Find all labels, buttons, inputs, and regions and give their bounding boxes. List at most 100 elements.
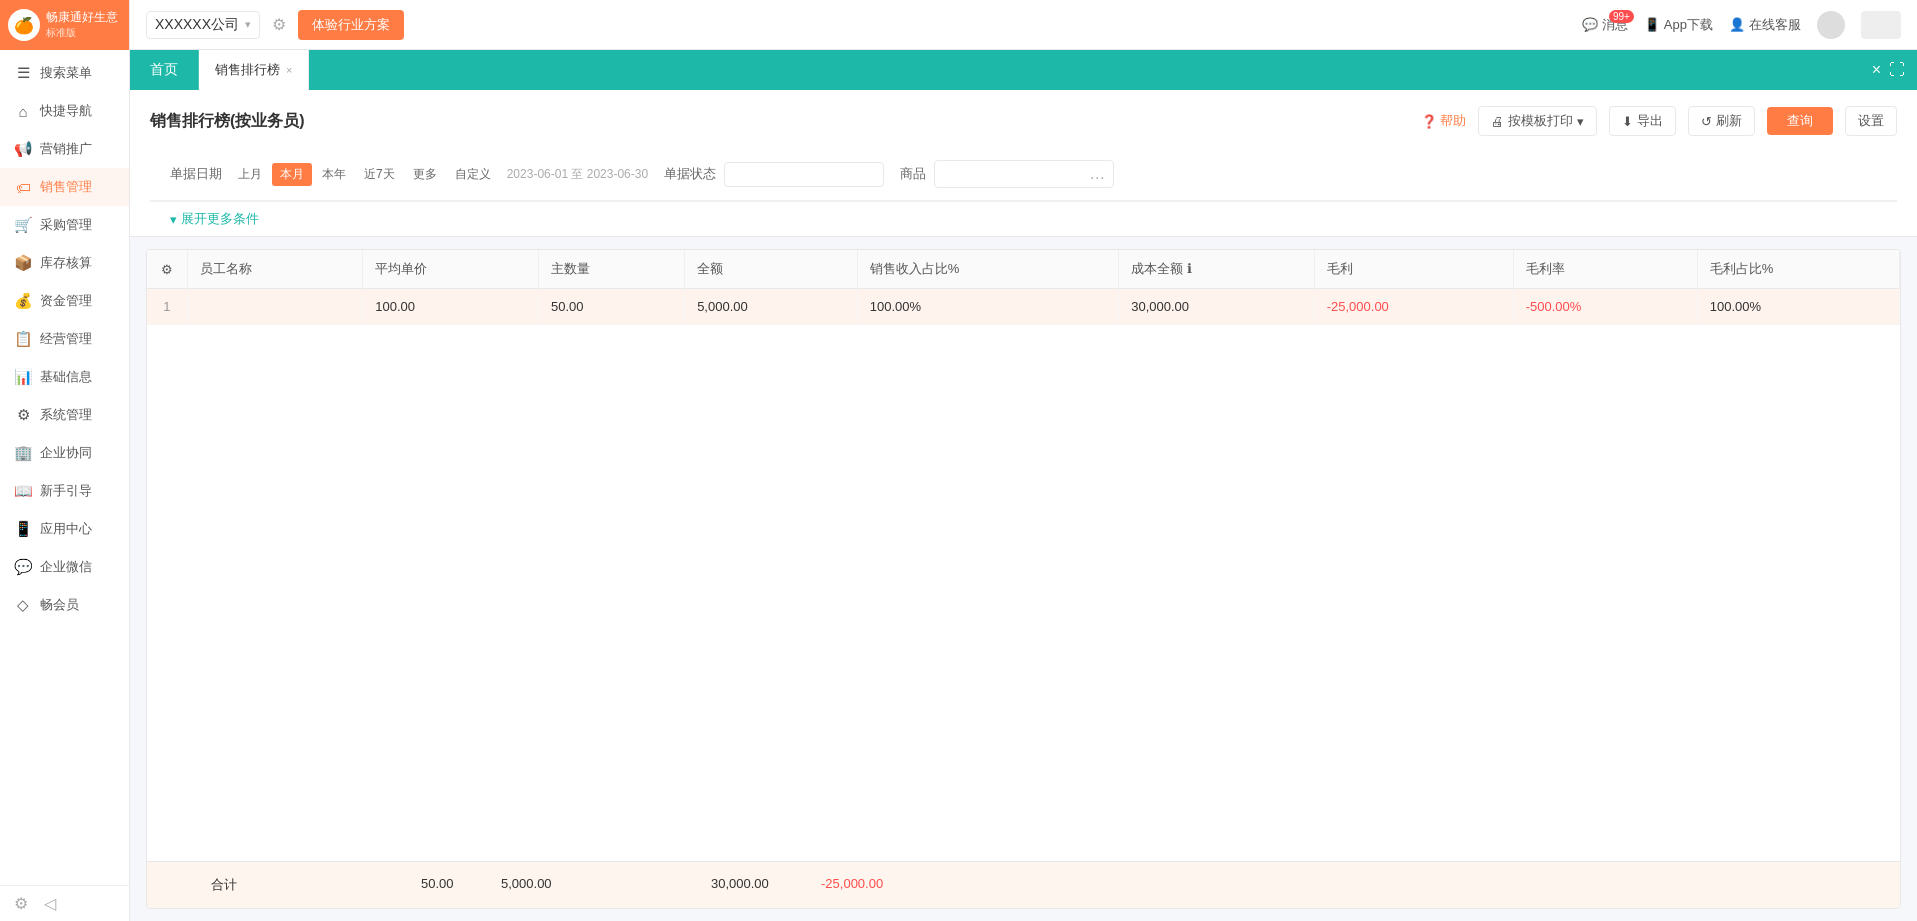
sidebar: 🍊 畅康通好生意 标准版 ☰ 搜索菜单 ⌂快捷导航📢营销推广🏷销售管理🛒采购管理📦库… [0,0,130,921]
cell-gross: -25,000.00 [1314,289,1513,325]
company-selector[interactable]: XXXXXX公司 ▾ [146,11,260,39]
tabbar-right: × ⛶ [1860,50,1917,90]
nav-label-marketing: 营销推广 [40,140,92,158]
cell-gross-ratio: 100.00% [1697,289,1899,325]
tab-close-window-icon[interactable]: × [1872,61,1881,79]
sidebar-item-capital[interactable]: 💰资金管理 [0,282,129,320]
online-service-button[interactable]: 👤 在线客服 [1729,16,1801,34]
expand-more-conditions[interactable]: ▾ 展开更多条件 [150,201,1897,236]
collapse-icon[interactable]: ◁ [44,894,56,913]
sidebar-item-enterprise[interactable]: 🏢企业协同 [0,434,129,472]
logo-title: 畅康通好生意 [46,10,118,26]
app-download-button[interactable]: 📱 App下载 [1644,16,1713,34]
sidebar-item-guide[interactable]: 📖 新手引导 [0,472,129,510]
logo-subtitle: 标准版 [46,26,118,40]
tab-home[interactable]: 首页 [130,50,199,90]
topbar-settings-icon[interactable]: ⚙ [272,15,286,34]
date-btn-自定义[interactable]: 自定义 [447,163,499,186]
col-settings-header[interactable]: ⚙ [147,250,187,289]
sidebar-item-marketing[interactable]: 📢营销推广 [0,130,129,168]
sidebar-item-search-order[interactable]: ☰ 搜索菜单 [0,54,129,92]
user-avatar[interactable] [1817,11,1845,39]
sidebar-item-app-center[interactable]: 📱应用中心 [0,510,129,548]
settings-button[interactable]: 设置 [1845,106,1897,136]
service-icon: 👤 [1729,17,1745,32]
status-select[interactable] [724,162,884,187]
user-name-area[interactable] [1861,11,1901,39]
sidebar-item-system[interactable]: ⚙系统管理 [0,396,129,434]
sidebar-item-operations[interactable]: 📋经营管理 [0,320,129,358]
date-filter-group: 单据日期 上月本月本年近7天更多自定义 2023-06-01 至 2023-06… [170,163,648,186]
cell-name [187,289,363,325]
export-button[interactable]: ⬇ 导出 [1609,106,1676,136]
cell-sales-ratio: 100.00% [857,289,1119,325]
page-title: 销售排行榜(按业务员) [150,111,305,132]
tab-home-label: 首页 [150,61,178,79]
footer-qty: 50.00 [409,872,489,898]
sidebar-bottom: ⚙ ◁ [0,885,129,921]
tab-sales-rank-label: 销售排行榜 [215,61,280,79]
table-footer: 合计 50.00 5,000.00 30,000.00 -25,000.00 [147,861,1900,908]
nav-icon-inventory: 📦 [14,254,32,272]
nav-icon-basic-info: 📊 [14,368,32,386]
page-title-row: 销售排行榜(按业务员) ❓ 帮助 🖨 按模板打印 ▾ ⬇ 导出 [150,106,1897,136]
sidebar-item-member[interactable]: ◇畅会员 [0,586,129,624]
cell-cost: 30,000.00 [1119,289,1314,325]
footer-ratio-spacer [589,872,699,898]
status-filter-group: 单据状态 [664,162,884,187]
nav-icon-operations: 📋 [14,330,32,348]
message-button[interactable]: 💬 消息 99+ [1582,16,1628,34]
sidebar-logo: 🍊 畅康通好生意 标准版 [0,0,129,50]
date-btn-上月[interactable]: 上月 [230,163,270,186]
template-print-button[interactable]: 🖨 按模板打印 ▾ [1478,106,1597,136]
tab-sales-rank[interactable]: 销售排行榜 × [199,50,309,90]
date-btn-近7天[interactable]: 近7天 [356,163,403,186]
nav-label-guide: 新手引导 [40,482,92,500]
nav-icon-search-order: ☰ [14,64,32,82]
sidebar-item-quick-nav[interactable]: ⌂快捷导航 [0,92,129,130]
sidebar-item-basic-info[interactable]: 📊基础信息 [0,358,129,396]
sidebar-item-inventory[interactable]: 📦库存核算 [0,244,129,282]
filter-bar: 单据日期 上月本月本年近7天更多自定义 2023-06-01 至 2023-06… [150,148,1897,201]
help-icon: ❓ [1421,114,1437,129]
export-icon: ⬇ [1622,114,1633,129]
col-qty-header: 主数量 [539,250,685,289]
footer-total-label: 合计 [199,872,319,898]
content-area: 销售排行榜(按业务员) ❓ 帮助 🖨 按模板打印 ▾ ⬇ 导出 [130,90,1917,921]
goods-more-icon[interactable]: … [1089,165,1105,183]
table-area: ⚙ 员工名称 平均单价 主数量 全额 销售收入占比% 成本全额 ℹ 毛利 毛利率… [130,237,1917,921]
print-chevron-icon: ▾ [1577,114,1584,129]
query-button[interactable]: 查询 [1767,107,1833,135]
goods-filter-group: 商品 … [900,160,1114,188]
message-badge: 99+ [1609,10,1634,23]
table-wrap: ⚙ 员工名称 平均单价 主数量 全额 销售收入占比% 成本全额 ℹ 毛利 毛利率… [146,249,1901,909]
refresh-button[interactable]: ↺ 刷新 [1688,106,1755,136]
nav-label-search-order: 搜索菜单 [40,64,92,82]
sidebar-item-sales[interactable]: 🏷销售管理 [0,168,129,206]
nav-icon-enterprise: 🏢 [14,444,32,462]
settings-bottom-icon[interactable]: ⚙ [14,894,28,913]
sidebar-item-purchase[interactable]: 🛒采购管理 [0,206,129,244]
company-name: XXXXXX公司 [155,16,239,34]
service-label: 在线客服 [1749,16,1801,34]
help-link[interactable]: ❓ 帮助 [1421,112,1466,130]
nav-label-app-center: 应用中心 [40,520,92,538]
status-filter-label: 单据状态 [664,165,716,183]
nav-label-capital: 资金管理 [40,292,92,310]
industry-solution-button[interactable]: 体验行业方案 [298,10,404,40]
col-amount-header: 全额 [685,250,858,289]
footer-avg-spacer [319,872,409,898]
nav-icon-guide: 📖 [14,482,32,500]
goods-input[interactable]: … [934,160,1114,188]
page-header: 销售排行榜(按业务员) ❓ 帮助 🖨 按模板打印 ▾ ⬇ 导出 [130,90,1917,237]
date-btn-本年[interactable]: 本年 [314,163,354,186]
sidebar-item-wechat[interactable]: 💬企业微信 [0,548,129,586]
date-btn-本月[interactable]: 本月 [272,163,312,186]
tab-close-icon[interactable]: × [286,64,292,76]
col-name-header: 员工名称 [187,250,363,289]
date-btn-更多[interactable]: 更多 [405,163,445,186]
nav-icon-quick-nav: ⌂ [14,103,32,120]
tab-fullscreen-icon[interactable]: ⛶ [1889,61,1905,79]
cell-qty: 50.00 [539,289,685,325]
footer-label [159,872,199,898]
